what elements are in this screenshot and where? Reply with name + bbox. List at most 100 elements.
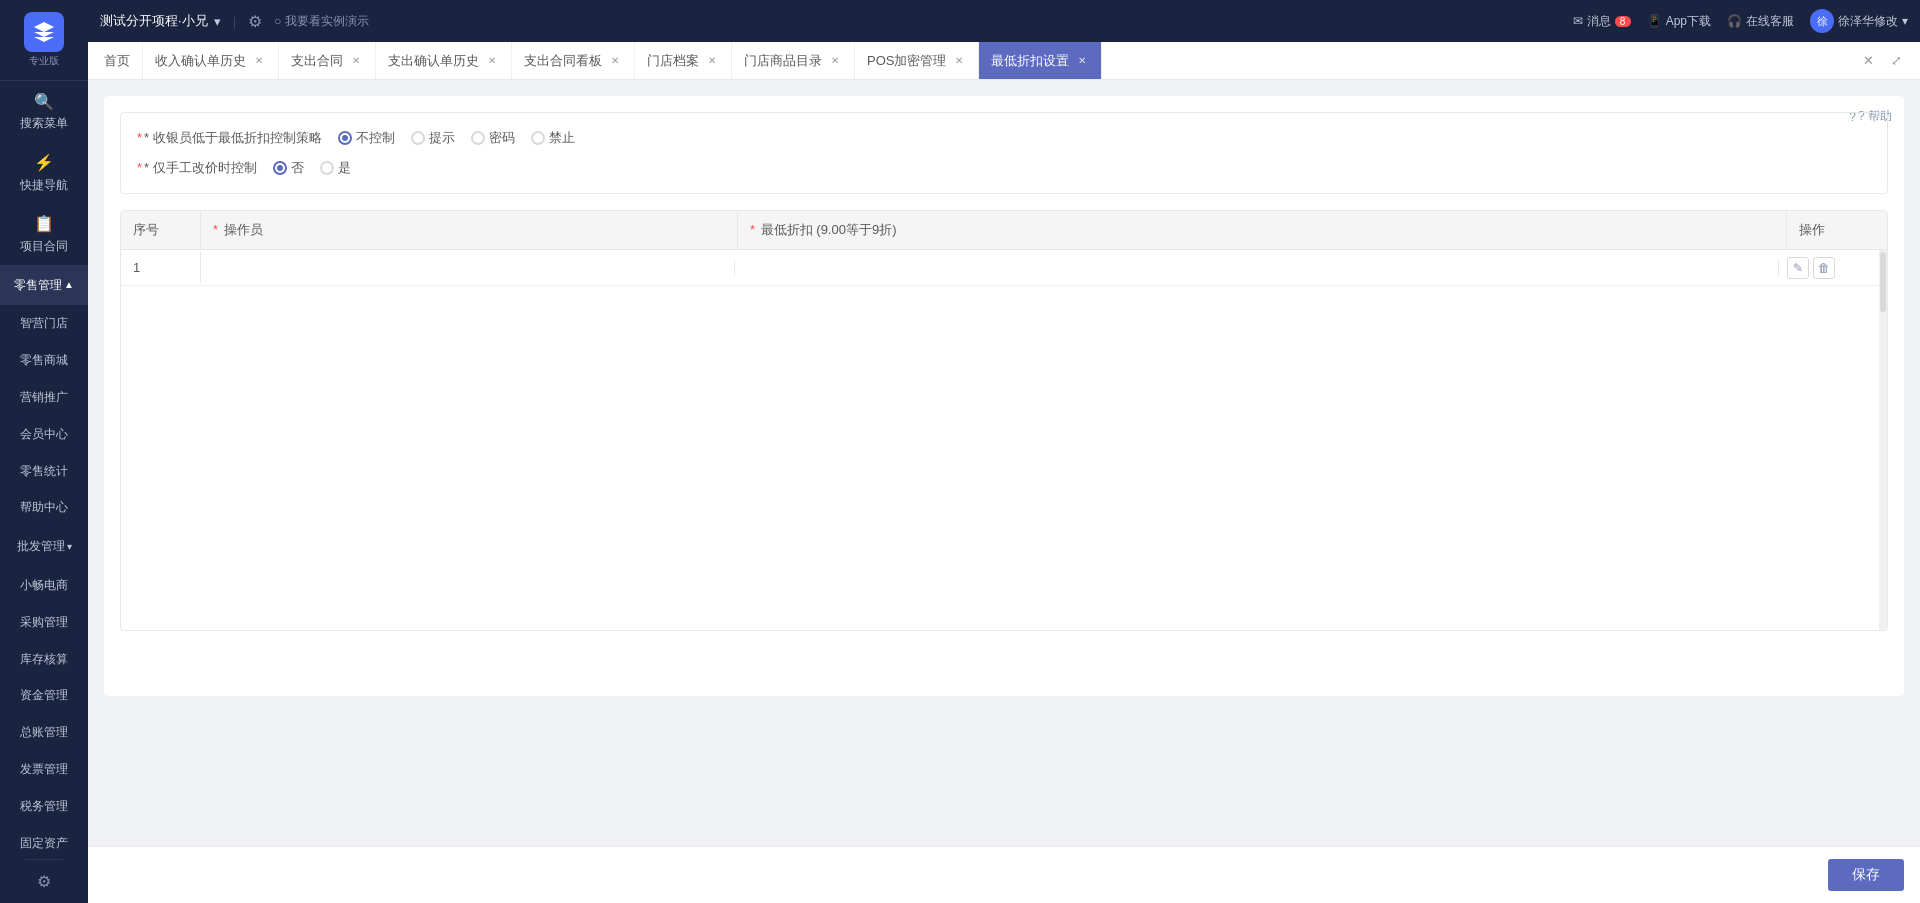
tab-close-icon[interactable]: ✕	[705, 54, 719, 68]
close-all-tabs-button[interactable]: ✕	[1856, 49, 1880, 73]
radio-yes[interactable]	[320, 161, 334, 175]
tab-min-discount[interactable]: 最低折扣设置 ✕	[979, 42, 1102, 80]
sidebar-item-label: 批发管理	[17, 538, 65, 555]
tab-payment-contract[interactable]: 支出合同 ✕	[279, 42, 376, 80]
sidebar-item-invoice[interactable]: 发票管理	[0, 751, 88, 788]
project-name: 测试分开项程·小兄	[100, 12, 208, 30]
radio-forbid[interactable]	[531, 131, 545, 145]
sidebar-item-finance[interactable]: 资金管理	[0, 677, 88, 714]
sidebar-item-label: 零售统计	[20, 463, 68, 480]
tab-label: 最低折扣设置	[991, 52, 1069, 70]
th-operator: * 操作员	[201, 211, 738, 249]
service-button[interactable]: 🎧 在线客服	[1727, 13, 1794, 30]
settings-button[interactable]: ⚙	[248, 12, 262, 31]
radio-password[interactable]	[471, 131, 485, 145]
td-action: ✎ 🗑	[1779, 257, 1879, 279]
option-password[interactable]: 密码	[471, 129, 515, 147]
message-button[interactable]: ✉ 消息 8	[1573, 13, 1631, 30]
option-forbid-label: 禁止	[549, 129, 575, 147]
tab-close-icon[interactable]: ✕	[1075, 54, 1089, 68]
option-forbid[interactable]: 禁止	[531, 129, 575, 147]
tab-close-icon[interactable]: ✕	[608, 54, 622, 68]
tab-close-icon[interactable]: ✕	[485, 54, 499, 68]
sidebar-item-retail-mall[interactable]: 零售商城	[0, 342, 88, 379]
tab-store-file[interactable]: 门店档案 ✕	[635, 42, 732, 80]
user-menu[interactable]: 徐 徐泽华修改 ▾	[1810, 9, 1908, 33]
radio-hint[interactable]	[411, 131, 425, 145]
required-mark: *	[137, 160, 142, 175]
tab-close-icon[interactable]: ✕	[952, 54, 966, 68]
chevron-down-icon: ▾	[214, 14, 221, 29]
sidebar-item-label: 营销推广	[20, 389, 68, 406]
option-password-label: 密码	[489, 129, 515, 147]
table-scrollbar[interactable]	[1879, 250, 1887, 630]
tab-store-catalog[interactable]: 门店商品目录 ✕	[732, 42, 855, 80]
app-logo-icon	[24, 12, 64, 52]
tab-label: 支出合同	[291, 52, 343, 70]
delete-row-button[interactable]: 🗑	[1813, 257, 1835, 279]
tab-close-icon[interactable]: ✕	[349, 54, 363, 68]
option-no-control[interactable]: 不控制	[338, 129, 395, 147]
tabbar: 首页 收入确认单历史 ✕ 支出合同 ✕ 支出确认单历史 ✕ 支出合同看板 ✕ 门…	[88, 42, 1920, 80]
th-seq: 序号	[121, 211, 201, 249]
sidebar-item-smart-store[interactable]: 智营门店	[0, 305, 88, 342]
app-download-button[interactable]: 📱 App下载	[1647, 13, 1711, 30]
sidebar-item-project[interactable]: 📋 项目合同	[0, 203, 88, 264]
sidebar-item-search[interactable]: 🔍 搜索菜单	[0, 81, 88, 142]
required-mark: *	[137, 130, 142, 145]
required-mark: *	[213, 222, 218, 237]
service-label: 在线客服	[1746, 13, 1794, 30]
sidebar-logo: 专业版	[0, 0, 88, 81]
radio-no-control[interactable]	[338, 131, 352, 145]
sidebar-item-label: 会员中心	[20, 426, 68, 443]
sidebar-item-label: 库存核算	[20, 651, 68, 668]
cashier-policy-options: 不控制 提示 密码 禁止	[338, 129, 575, 147]
sidebar-item-retail[interactable]: 零售管理 ▲	[0, 265, 88, 306]
tab-label: 门店商品目录	[744, 52, 822, 70]
sidebar-item-mini-ecom[interactable]: 小畅电商	[0, 567, 88, 604]
app-label: App下载	[1666, 13, 1711, 30]
tab-income-history[interactable]: 收入确认单历史 ✕	[143, 42, 279, 80]
sidebar-item-wholesale[interactable]: 批发管理 ▾	[0, 526, 88, 567]
sidebar-item-ledger[interactable]: 总账管理	[0, 714, 88, 751]
tab-close-icon[interactable]: ✕	[252, 54, 266, 68]
avatar: 徐	[1810, 9, 1834, 33]
demo-text: 我要看实例演示	[285, 13, 369, 30]
sidebar-item-purchase[interactable]: 采购管理	[0, 604, 88, 641]
demo-link[interactable]: ○ 我要看实例演示	[274, 13, 369, 30]
message-icon: ✉	[1573, 14, 1583, 28]
tab-close-icon[interactable]: ✕	[828, 54, 842, 68]
tab-payment-history[interactable]: 支出确认单历史 ✕	[376, 42, 512, 80]
expand-button[interactable]: ⤢	[1884, 49, 1908, 73]
option-hint[interactable]: 提示	[411, 129, 455, 147]
sidebar-item-member[interactable]: 会员中心	[0, 416, 88, 453]
tab-label: 支出合同看板	[524, 52, 602, 70]
sidebar-item-marketing[interactable]: 营销推广	[0, 379, 88, 416]
settings-icon[interactable]: ⚙	[37, 872, 51, 891]
sidebar-item-help[interactable]: 帮助中心	[0, 489, 88, 526]
option-yes[interactable]: 是	[320, 159, 351, 177]
app-icon: 📱	[1647, 14, 1662, 28]
radio-no[interactable]	[273, 161, 287, 175]
service-icon: 🎧	[1727, 14, 1742, 28]
td-operator	[201, 260, 735, 276]
project-icon: 📋	[34, 213, 54, 235]
main-area: 测试分开项程·小兄 ▾ | ⚙ ○ 我要看实例演示 ✉ 消息 8 📱 App下载…	[88, 0, 1920, 903]
tab-payment-board[interactable]: 支出合同看板 ✕	[512, 42, 635, 80]
sidebar-item-tax[interactable]: 税务管理	[0, 788, 88, 825]
page-content: ? ? 帮助 ** 收银员低于最低折扣控制策略 不控制	[88, 80, 1920, 846]
sidebar-item-label: 资金管理	[20, 687, 68, 704]
tab-pos-password[interactable]: POS加密管理 ✕	[855, 42, 979, 80]
tab-home[interactable]: 首页	[92, 42, 143, 80]
demo-icon: ○	[274, 14, 281, 28]
option-no[interactable]: 否	[273, 159, 304, 177]
edit-row-button[interactable]: ✎	[1787, 257, 1809, 279]
td-seq: 1	[121, 252, 201, 283]
sidebar-item-assets[interactable]: 固定资产	[0, 825, 88, 859]
sidebar-item-inventory[interactable]: 库存核算	[0, 641, 88, 678]
save-button[interactable]: 保存	[1828, 859, 1904, 891]
sidebar-item-retail-stats[interactable]: 零售统计	[0, 453, 88, 490]
sidebar-item-label: 小畅电商	[20, 577, 68, 594]
topbar-project[interactable]: 测试分开项程·小兄 ▾	[100, 12, 221, 30]
sidebar-item-quicknav[interactable]: ⚡ 快捷导航	[0, 142, 88, 203]
